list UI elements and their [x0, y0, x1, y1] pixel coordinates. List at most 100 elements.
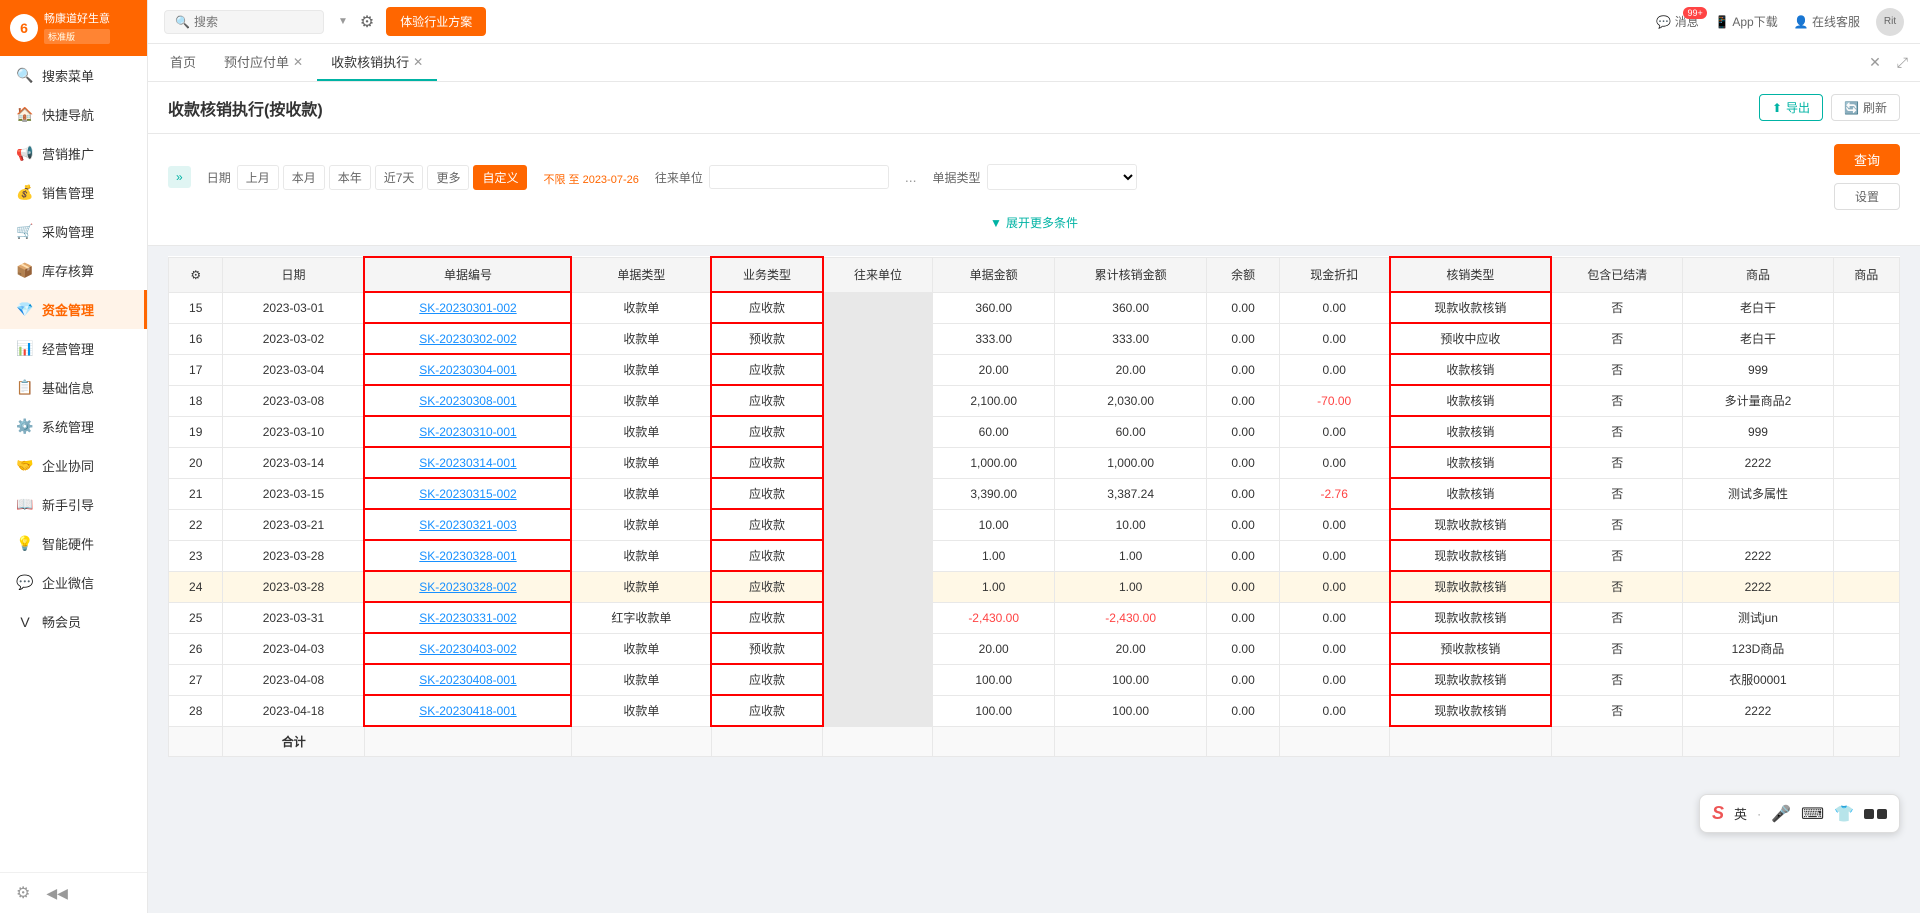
date-this-year[interactable]: 本年 [329, 165, 371, 190]
cell-goods: 测试jun [1683, 602, 1833, 633]
doc-link[interactable]: SK-20230403-002 [419, 642, 516, 656]
message-button[interactable]: 💬 消息 99+ [1656, 13, 1698, 30]
topbar: 🔍 ▼ ⚙ 体验行业方案 💬 消息 99+ 📱 App下载 👤 在线客服 Rit [148, 0, 1920, 44]
sidebar-item-member[interactable]: V畅会员 [0, 602, 147, 641]
collapse-icon[interactable]: ◀◀ [46, 885, 68, 902]
filter-collapse-button[interactable]: » [168, 166, 191, 188]
cell-doc_no[interactable]: SK-20230315-002 [364, 478, 571, 509]
cell-balance: 0.00 [1207, 602, 1279, 633]
cell-doc_no[interactable]: SK-20230302-002 [364, 323, 571, 354]
tab-prepay[interactable]: 预付应付单✕ [210, 44, 317, 81]
date-more[interactable]: 更多 [427, 165, 469, 190]
cell-biz_type: 应收款 [711, 292, 822, 323]
setting-button[interactable]: 设置 [1834, 183, 1900, 210]
doc-link[interactable]: SK-20230301-002 [419, 301, 516, 315]
col-header-biz_type: 业务类型 [711, 257, 822, 292]
topbar-gear-icon[interactable]: ⚙ [360, 12, 374, 32]
date-7days[interactable]: 近7天 [375, 165, 424, 190]
sidebar-item-quicknav[interactable]: 🏠快捷导航 [0, 95, 147, 134]
tab-home[interactable]: 首页 [156, 44, 210, 81]
cell-doc_no[interactable]: SK-20230408-001 [364, 664, 571, 695]
shirt-icon[interactable]: 👕 [1834, 804, 1854, 824]
app-download-link[interactable]: 📱 App下载 [1715, 13, 1778, 30]
cell-include_settled: 否 [1551, 509, 1683, 540]
doc-link[interactable]: SK-20230314-001 [419, 456, 516, 470]
close-tab-prepay-icon[interactable]: ✕ [293, 55, 303, 69]
cell-doc_no[interactable]: SK-20230314-001 [364, 447, 571, 478]
mic-icon[interactable]: 🎤 [1771, 804, 1791, 824]
cell-doc_no[interactable]: SK-20230331-002 [364, 602, 571, 633]
cell-doc_no[interactable]: SK-20230304-001 [364, 354, 571, 385]
cell-partner [823, 478, 933, 509]
date-prev-month[interactable]: 上月 [237, 165, 279, 190]
doc-link[interactable]: SK-20230328-002 [419, 580, 516, 594]
search-dropdown-icon[interactable]: ▼ [338, 16, 348, 27]
doc-link[interactable]: SK-20230304-001 [419, 363, 516, 377]
search-input[interactable] [194, 15, 313, 29]
sidebar-item-marketing[interactable]: 📢营销推广 [0, 134, 147, 173]
cell-doc_no[interactable]: SK-20230418-001 [364, 695, 571, 726]
cell-doc_no[interactable]: SK-20230308-001 [364, 385, 571, 416]
export-button[interactable]: ⬆ 导出 [1759, 94, 1823, 121]
sidebar-item-basic[interactable]: 📋基础信息 [0, 368, 147, 407]
cell-biz_type: 应收款 [711, 509, 822, 540]
brand-eng-label: 英 [1734, 804, 1747, 823]
cell-doc_type: 收款单 [571, 354, 711, 385]
avatar[interactable]: Rit [1876, 8, 1904, 36]
cell-doc_no[interactable]: SK-20230321-003 [364, 509, 571, 540]
sidebar-item-search[interactable]: 🔍搜索菜单 [0, 56, 147, 95]
expand-tabs-icon[interactable]: ⤢ [1893, 50, 1912, 75]
cell-cumulative: 100.00 [1054, 664, 1206, 695]
doc-link[interactable]: SK-20230331-002 [419, 611, 516, 625]
sidebar-item-system[interactable]: ⚙️系统管理 [0, 407, 147, 446]
industry-solution-button[interactable]: 体验行业方案 [386, 7, 486, 36]
separator: · [1757, 807, 1761, 821]
sidebar-item-sales[interactable]: 💰销售管理 [0, 173, 147, 212]
cell-doc_no[interactable]: SK-20230403-002 [364, 633, 571, 664]
doc-link[interactable]: SK-20230408-001 [419, 673, 516, 687]
partner-input[interactable] [709, 165, 889, 189]
doc-type-select[interactable] [987, 164, 1137, 190]
table-row: 282023-04-18SK-20230418-001收款单应收款 100.00… [169, 695, 1900, 726]
sidebar-item-purchase[interactable]: 🛒采购管理 [0, 212, 147, 251]
expand-bar[interactable]: ▼ 展开更多条件 [168, 210, 1900, 235]
cell-goods: 多计量商品2 [1683, 385, 1833, 416]
sidebar-item-finance[interactable]: 💎资金管理 [0, 290, 147, 329]
logo-title: 畅康道好生意 [44, 12, 110, 26]
doc-link[interactable]: SK-20230302-002 [419, 332, 516, 346]
sidebar-item-hardware[interactable]: 💡智能硬件 [0, 524, 147, 563]
filter-more-icon[interactable]: ... [905, 169, 917, 185]
doc-link[interactable]: SK-20230315-002 [419, 487, 516, 501]
doc-link[interactable]: SK-20230328-001 [419, 549, 516, 563]
close-tab-collection-icon[interactable]: ✕ [413, 55, 423, 69]
doc-link[interactable]: SK-20230308-001 [419, 394, 516, 408]
cell-partner [823, 509, 933, 540]
search-box[interactable]: 🔍 [164, 10, 324, 34]
doc-link[interactable]: SK-20230321-003 [419, 518, 516, 532]
date-this-month[interactable]: 本月 [283, 165, 325, 190]
doc-link[interactable]: SK-20230418-001 [419, 704, 516, 718]
cell-doc_no[interactable]: SK-20230301-002 [364, 292, 571, 323]
table-row: 272023-04-08SK-20230408-001收款单应收款 100.00… [169, 664, 1900, 695]
query-button[interactable]: 查询 [1834, 144, 1900, 175]
sidebar-item-stock[interactable]: 📦库存核算 [0, 251, 147, 290]
online-service-link[interactable]: 👤 在线客服 [1794, 13, 1860, 30]
cell-doc_no[interactable]: SK-20230328-001 [364, 540, 571, 571]
refresh-button[interactable]: 🔄 刷新 [1831, 94, 1900, 121]
cell-include_settled: 否 [1551, 416, 1683, 447]
grid-icon-2 [1877, 809, 1887, 819]
settings-icon[interactable]: ⚙ [16, 883, 30, 903]
sidebar-item-guide[interactable]: 📖新手引导 [0, 485, 147, 524]
cell-doc_no[interactable]: SK-20230328-002 [364, 571, 571, 602]
close-tab-icon[interactable]: ✕ [1865, 50, 1885, 75]
sidebar-item-label: 库存核算 [42, 261, 94, 280]
date-custom[interactable]: 自定义 [473, 165, 527, 190]
sidebar-item-label: 系统管理 [42, 417, 94, 436]
sidebar-item-enterprise[interactable]: 🤝企业协同 [0, 446, 147, 485]
keyboard-icon[interactable]: ⌨ [1801, 804, 1824, 824]
doc-link[interactable]: SK-20230310-001 [419, 425, 516, 439]
sidebar-item-wechat[interactable]: 💬企业微信 [0, 563, 147, 602]
cell-doc_no[interactable]: SK-20230310-001 [364, 416, 571, 447]
sidebar-item-operation[interactable]: 📊经营管理 [0, 329, 147, 368]
tab-collection[interactable]: 收款核销执行✕ [317, 44, 437, 81]
